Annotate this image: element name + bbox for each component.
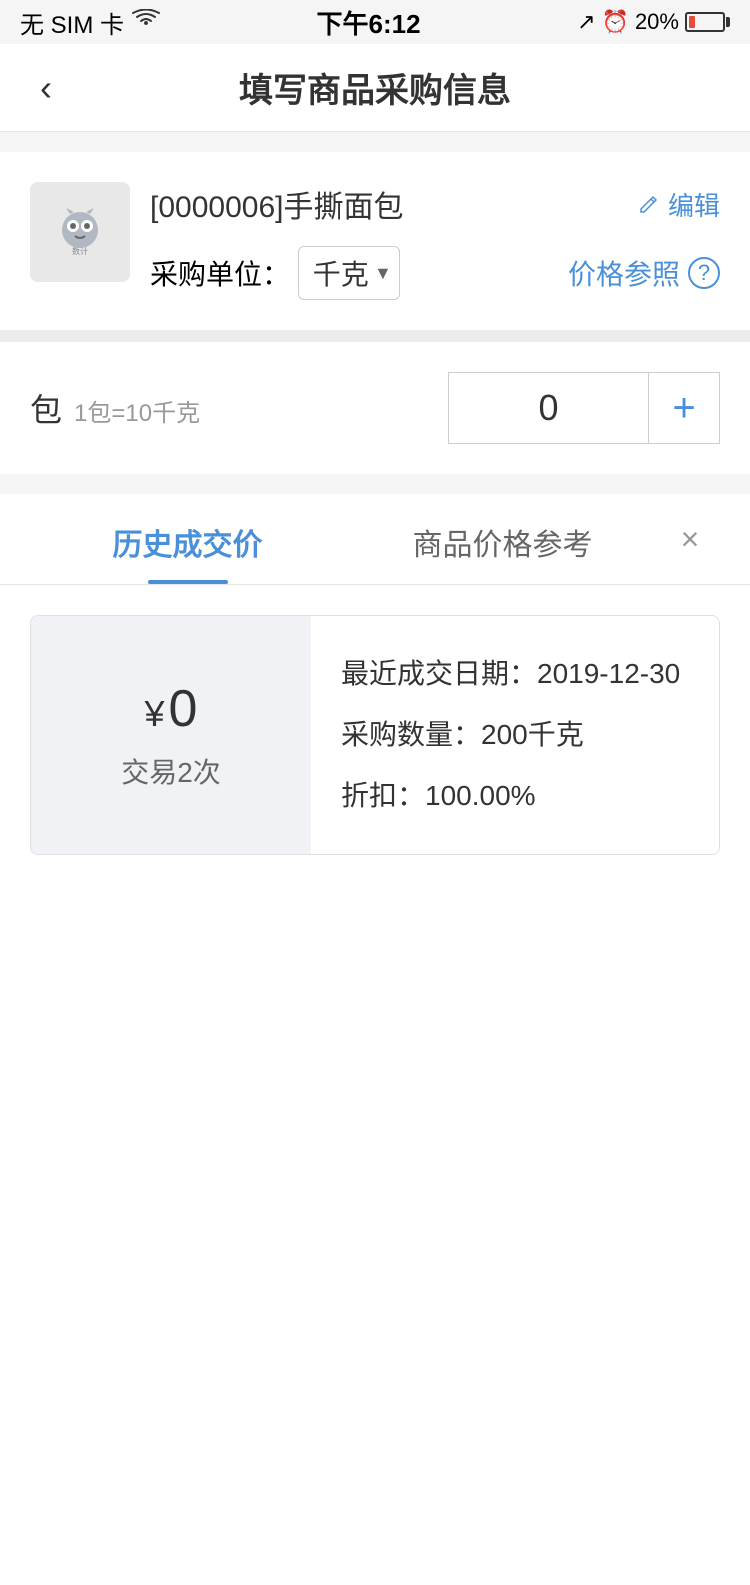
location-icon: ↗ (577, 9, 595, 35)
nav-bar: ‹ 填写商品采购信息 (0, 44, 750, 132)
battery-percent: 20% (635, 9, 679, 35)
recent-date-value: 2019-12-30 (537, 658, 680, 689)
history-price-display: ¥0 (145, 679, 198, 739)
unit-select-wrap[interactable]: 千克 ▼ (298, 246, 400, 300)
edit-button[interactable]: 编辑 (638, 186, 720, 223)
currency-symbol: ¥ (145, 693, 165, 734)
purchase-unit-row: 采购单位： 千克 ▼ 价格参照 ? (150, 246, 720, 300)
product-name: [0000006]手撕面包 (150, 182, 403, 226)
history-price-left: ¥0 交易2次 (31, 616, 311, 854)
status-bar: 无 SIM 卡 下午6:12 ↗ ⏰ 20% (0, 0, 750, 44)
unit-label-area: 采购单位： 千克 ▼ (150, 246, 400, 300)
back-button[interactable]: ‹ (30, 57, 62, 119)
bottom-space (0, 985, 750, 1585)
tab-close-button[interactable]: × (660, 509, 720, 569)
purchase-qty-value: 200千克 (481, 719, 584, 750)
product-info: [0000006]手撕面包 编辑 采购单位： 千克 ▼ 价格参照 ? (150, 182, 720, 300)
status-left: 无 SIM 卡 (20, 5, 160, 40)
tab-active-indicator (148, 580, 228, 584)
status-right: ↗ ⏰ 20% (577, 9, 730, 35)
unit-select-value: 千克 (298, 246, 400, 300)
recent-date-label: 最近成交日期： (341, 658, 537, 689)
quantity-sub-label: 1包=10千克 (74, 393, 200, 428)
product-card: 数计 [0000006]手撕面包 编辑 采购单位： 千克 ▼ (0, 152, 750, 330)
purchase-qty-row: 采购数量：200千克 (341, 713, 689, 758)
tab-product-price-label: 商品价格参考 (413, 520, 593, 564)
product-thumbnail: 数计 (30, 182, 130, 282)
wifi-icon (132, 8, 160, 36)
history-detail-right: 最近成交日期：2019-12-30 采购数量：200千克 折扣：100.00% (311, 616, 719, 854)
history-card: ¥0 交易2次 最近成交日期：2019-12-30 采购数量：200千克 折扣：… (30, 615, 720, 855)
recent-date-row: 最近成交日期：2019-12-30 (341, 652, 689, 697)
quantity-label: 包 1包=10千克 (30, 385, 200, 431)
quantity-input[interactable] (448, 372, 648, 444)
unit-label: 采购单位： (150, 259, 290, 290)
quantity-row: 包 1包=10千克 + (0, 342, 750, 474)
transaction-count: 交易2次 (121, 751, 221, 791)
content-area: ¥0 交易2次 最近成交日期：2019-12-30 采购数量：200千克 折扣：… (0, 585, 750, 985)
discount-value: 100.00% (425, 780, 536, 811)
carrier-label: 无 SIM 卡 (20, 5, 124, 40)
purchase-qty-label: 采购数量： (341, 719, 481, 750)
quantity-control: + (448, 372, 720, 444)
time-display: 下午6:12 (317, 4, 421, 41)
battery-icon (685, 12, 730, 32)
price-value: 0 (169, 680, 198, 738)
tab-bar: 历史成交价 商品价格参考 × (0, 494, 750, 585)
price-ref-button[interactable]: 价格参照 ? (568, 253, 720, 293)
discount-label: 折扣： (341, 780, 425, 811)
discount-row: 折扣：100.00% (341, 774, 689, 819)
price-ref-help-icon: ? (688, 257, 720, 289)
quantity-plus-button[interactable]: + (648, 372, 720, 444)
product-header: [0000006]手撕面包 编辑 (150, 182, 720, 226)
divider-bar (0, 330, 750, 342)
section-gap (0, 474, 750, 494)
svg-text:数计: 数计 (72, 246, 88, 256)
page-title: 填写商品采购信息 (239, 63, 511, 112)
tab-history-label: 历史成交价 (113, 520, 263, 564)
alarm-icon: ⏰ (602, 9, 629, 35)
tab-product-price-ref[interactable]: 商品价格参考 (345, 494, 660, 584)
quantity-unit: 包 (30, 385, 62, 431)
tab-history-price[interactable]: 历史成交价 (30, 494, 345, 584)
price-ref-label: 价格参照 (568, 253, 680, 293)
